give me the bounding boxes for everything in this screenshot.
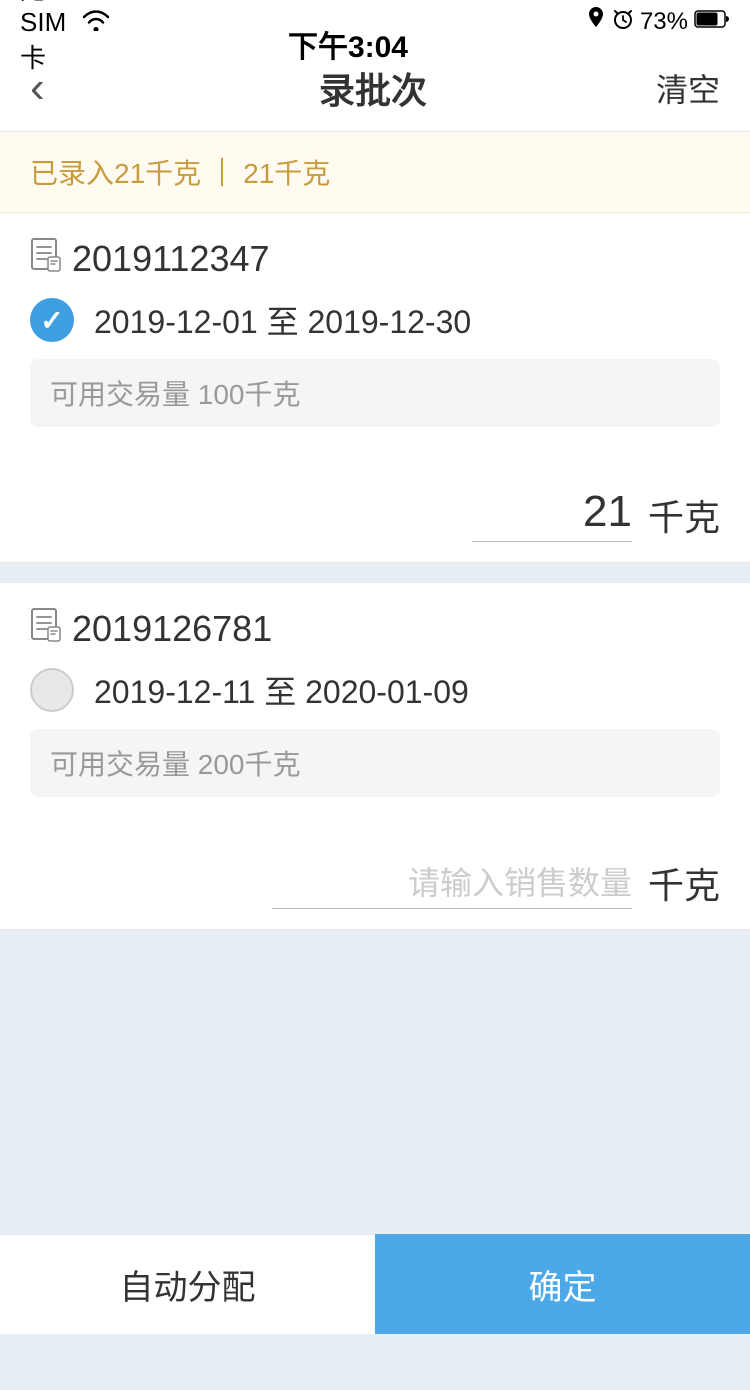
batch1-radio[interactable]: ✓ xyxy=(30,298,74,342)
battery-icon xyxy=(694,8,730,36)
summary-banner: 已录入21千克 21千克 xyxy=(0,132,750,213)
batch2-card: 2019126781 2019-12-11 至 2020-01-09 可用交易量… xyxy=(0,583,750,930)
status-time: 下午3:04 xyxy=(288,22,408,66)
batch2-availability: 可用交易量 200千克 xyxy=(50,749,301,780)
batch2-number: 2019126781 xyxy=(72,608,272,650)
batch2-date: 2019-12-11 至 2020-01-09 xyxy=(94,667,469,713)
batch2-availability-box: 可用交易量 200千克 xyxy=(30,729,720,797)
bottom-bar: 自动分配 确定 xyxy=(0,1234,750,1334)
batch2-input-placeholder[interactable]: 请输入销售数量 xyxy=(352,858,632,904)
clear-button[interactable]: 清空 xyxy=(656,65,720,111)
batch1-quantity-line xyxy=(472,541,632,542)
page-title: 录批次 xyxy=(319,62,427,114)
wifi-icon xyxy=(82,7,110,38)
status-right: 73% xyxy=(586,7,730,38)
batch2-quantity-line xyxy=(272,908,632,909)
batch2-quantity-row: 请输入销售数量 千克 xyxy=(0,837,750,930)
batch1-availability-box: 可用交易量 100千克 xyxy=(30,359,720,427)
auto-distribute-button[interactable]: 自动分配 xyxy=(0,1234,375,1334)
batch1-doc-icon xyxy=(30,237,62,281)
summary-divider xyxy=(221,158,223,186)
back-button[interactable]: ‹ xyxy=(30,63,90,113)
batch2-doc-icon xyxy=(30,607,62,651)
batch2-quantity-wrapper: 请输入销售数量 xyxy=(272,858,632,909)
batch1-date: 2019-12-01 至 2019-12-30 xyxy=(94,297,471,343)
batch2-unit: 千克 xyxy=(648,857,720,909)
batch1-number: 2019112347 xyxy=(72,238,270,280)
battery-percentage: 73% xyxy=(640,8,688,36)
batch1-quantity-row: 21 千克 xyxy=(0,467,750,563)
batch1-quantity-wrapper: 21 xyxy=(472,487,632,542)
batch1-card: 2019112347 ✓ 2019-12-01 至 2019-12-30 可用交… xyxy=(0,213,750,563)
batch1-quantity-value[interactable]: 21 xyxy=(572,487,632,537)
summary-recorded: 已录入21千克 xyxy=(30,152,201,192)
section-separator-1 xyxy=(0,563,750,583)
location-icon xyxy=(586,7,606,38)
batch1-unit: 千克 xyxy=(648,489,720,541)
batch2-date-row[interactable]: 2019-12-11 至 2020-01-09 xyxy=(30,667,720,713)
batch1-header: 2019112347 xyxy=(30,237,720,281)
batch1-availability: 可用交易量 100千克 xyxy=(50,379,301,410)
batch2-header: 2019126781 xyxy=(30,607,720,651)
status-bar: 无SIM卡 下午3:04 73% xyxy=(0,0,750,44)
checkmark-icon: ✓ xyxy=(40,304,63,337)
batch2-radio[interactable] xyxy=(30,668,74,712)
confirm-button[interactable]: 确定 xyxy=(375,1234,750,1334)
summary-total: 21千克 xyxy=(243,152,330,192)
alarm-icon xyxy=(612,7,634,38)
batch1-date-row[interactable]: ✓ 2019-12-01 至 2019-12-30 xyxy=(30,297,720,343)
